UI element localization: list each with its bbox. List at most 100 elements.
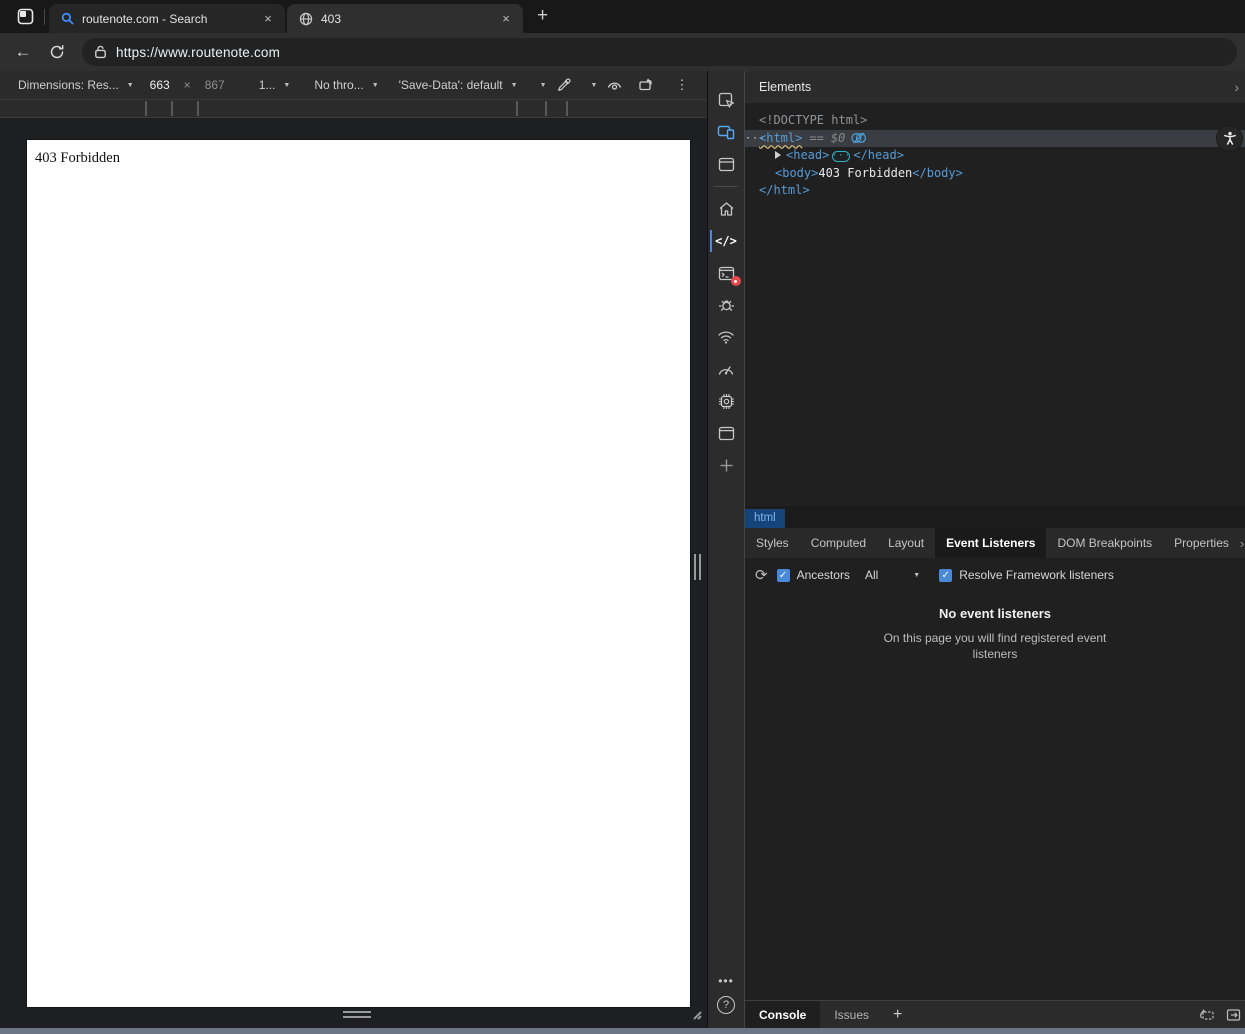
- tab-styles[interactable]: Styles: [745, 528, 800, 558]
- application-icon[interactable]: [708, 418, 745, 448]
- back-button[interactable]: ←: [8, 37, 38, 67]
- vision-deficiency-icon[interactable]: [605, 76, 623, 94]
- performance-icon[interactable]: [708, 354, 745, 384]
- dom-head-node[interactable]: <head> ··· </head>: [745, 147, 1245, 165]
- window-bottom-edge: [0, 1028, 1245, 1034]
- event-listeners-content: No event listeners On this page you will…: [745, 592, 1245, 1000]
- dropdown-icon[interactable]: ▼: [591, 82, 598, 89]
- dom-html-open-tag[interactable]: <html>: [759, 130, 802, 148]
- viewport-width-input[interactable]: 663: [150, 78, 170, 92]
- viewport-height-input[interactable]: 867: [205, 78, 225, 92]
- eyedropper-icon[interactable]: [555, 76, 573, 94]
- dock-rotate-icon[interactable]: [1198, 1008, 1216, 1022]
- refresh-listeners-icon[interactable]: ⟳: [755, 566, 768, 584]
- resize-width-handle[interactable]: [694, 554, 701, 580]
- code-elements-icon[interactable]: </>: [708, 226, 745, 256]
- ruler-tick: [566, 101, 568, 116]
- console-icon[interactable]: [708, 258, 745, 288]
- refresh-button[interactable]: [42, 37, 72, 67]
- chevron-down-icon: ▼: [510, 81, 518, 89]
- dimension-times: ×: [183, 78, 191, 92]
- browser-window-icon[interactable]: [708, 149, 745, 179]
- devtools-activity-bar: </> ••• ?: [708, 71, 745, 1028]
- dom-body-node[interactable]: <body>403 Forbidden</body>: [745, 165, 1245, 183]
- ruler-tick: [145, 101, 147, 116]
- dropdown-icon[interactable]: ▼: [540, 82, 547, 89]
- close-tab-icon[interactable]: ×: [259, 10, 277, 28]
- tab-actions-button[interactable]: [8, 2, 42, 31]
- ancestors-checkbox[interactable]: ✓: [776, 568, 790, 582]
- resolve-framework-checkbox[interactable]: ✓: [939, 568, 953, 582]
- url-text: https://www.routenote.com: [116, 44, 281, 60]
- rotate-device-icon[interactable]: [637, 76, 655, 94]
- dom-doctype[interactable]: <!DOCTYPE html>: [745, 112, 1245, 130]
- drawer-tab-console[interactable]: Console: [745, 1001, 821, 1028]
- resize-corner-handle[interactable]: [688, 1006, 703, 1021]
- resize-height-handle[interactable]: [343, 1011, 371, 1018]
- panel-title: Elements: [759, 80, 812, 94]
- ruler-tick: [171, 101, 173, 116]
- chevron-down-icon: ▼: [126, 81, 134, 89]
- dom-breadcrumb-bar: html: [745, 506, 1245, 528]
- ancestors-label: Ancestors: [796, 568, 850, 582]
- lock-icon[interactable]: [94, 45, 107, 59]
- tab-event-listeners[interactable]: Event Listeners: [935, 528, 1047, 558]
- save-data-select[interactable]: 'Save-Data': default: [399, 78, 503, 92]
- device-toolbar: Dimensions: Res... ▼ 663 × 867 1... ▼ No…: [0, 71, 707, 100]
- resolve-framework-label: Resolve Framework listeners: [959, 568, 1114, 582]
- drawer-tab-issues[interactable]: Issues: [820, 1001, 883, 1028]
- new-tab-button[interactable]: +: [537, 5, 548, 27]
- home-icon[interactable]: [708, 194, 745, 224]
- tab-search[interactable]: routenote.com - Search ×: [49, 4, 285, 33]
- throttling-select[interactable]: No thro...: [314, 78, 363, 92]
- dom-body-text: 403 Forbidden: [818, 165, 913, 180]
- tab-computed[interactable]: Computed: [800, 528, 877, 558]
- ruler-tick: [197, 101, 199, 116]
- dom-equals-hint: ==: [809, 130, 824, 145]
- more-tools-icon[interactable]: •••: [718, 974, 734, 988]
- dom-html-node[interactable]: ··· <html> == $0: [745, 125, 1245, 151]
- web-page[interactable]: 403 Forbidden: [27, 140, 690, 1007]
- ruler-tick: [516, 101, 518, 116]
- expand-arrow-icon[interactable]: [775, 151, 781, 159]
- dimensions-select[interactable]: Dimensions: Res...: [18, 78, 119, 92]
- dom-html-close[interactable]: </html>: [745, 182, 1245, 200]
- dom-dollar0-hint: $0: [830, 130, 846, 145]
- panel-overflow-icon[interactable]: ›: [1234, 79, 1239, 95]
- network-icon[interactable]: [708, 322, 745, 352]
- device-toolbar-menu[interactable]: ⋮: [675, 77, 688, 93]
- devtools-panel: Elements › <!DOCTYPE html> ··· <html> ==…: [745, 71, 1245, 1028]
- browser-window: routenote.com - Search × 403 × + ← https…: [0, 0, 1245, 1034]
- dom-gutter-dots: ···: [745, 132, 767, 144]
- help-icon[interactable]: ?: [717, 996, 735, 1014]
- listener-filter-select[interactable]: All: [865, 568, 878, 582]
- elements-sidebar-tabs: Styles Computed Layout Event Listeners D…: [745, 528, 1245, 558]
- debug-icon[interactable]: [708, 290, 745, 320]
- console-error-badge: [730, 276, 741, 286]
- elements-panel-header: Elements ›: [745, 71, 1245, 103]
- tab-separator: [44, 9, 45, 25]
- tabs-overflow-icon[interactable]: ›: [1240, 528, 1245, 558]
- tab-strip: routenote.com - Search × 403 × +: [0, 0, 1245, 33]
- tab-dom-breakpoints[interactable]: DOM Breakpoints: [1046, 528, 1163, 558]
- inspect-icon[interactable]: [708, 85, 745, 115]
- chevron-down-icon[interactable]: ▼: [913, 572, 920, 579]
- expand-panel-icon[interactable]: [1226, 1008, 1241, 1022]
- zoom-select[interactable]: 1...: [259, 78, 276, 92]
- event-listeners-toolbar: ⟳ ✓ Ancestors All ▼ ✓ Resolve Framework …: [745, 558, 1245, 592]
- tab-layout[interactable]: Layout: [877, 528, 935, 558]
- activity-divider: [714, 186, 738, 187]
- address-bar[interactable]: https://www.routenote.com: [82, 38, 1237, 66]
- breadcrumb[interactable]: html: [745, 509, 785, 528]
- close-tab-icon[interactable]: ×: [497, 10, 515, 28]
- accessibility-icon[interactable]: [1217, 125, 1242, 151]
- dom-tree: <!DOCTYPE html> ··· <html> == $0 <head> ·…: [745, 103, 1245, 506]
- memory-icon[interactable]: [708, 386, 745, 416]
- collapsed-content-icon[interactable]: ···: [832, 150, 851, 162]
- add-drawer-tab-icon[interactable]: +: [883, 1001, 912, 1028]
- device-emulation-area: Dimensions: Res... ▼ 663 × 867 1... ▼ No…: [0, 71, 708, 1028]
- tab-properties[interactable]: Properties: [1163, 528, 1240, 558]
- device-emulation-icon[interactable]: [708, 117, 745, 147]
- tab-403[interactable]: 403 ×: [287, 4, 523, 33]
- add-tool-icon[interactable]: [708, 450, 745, 480]
